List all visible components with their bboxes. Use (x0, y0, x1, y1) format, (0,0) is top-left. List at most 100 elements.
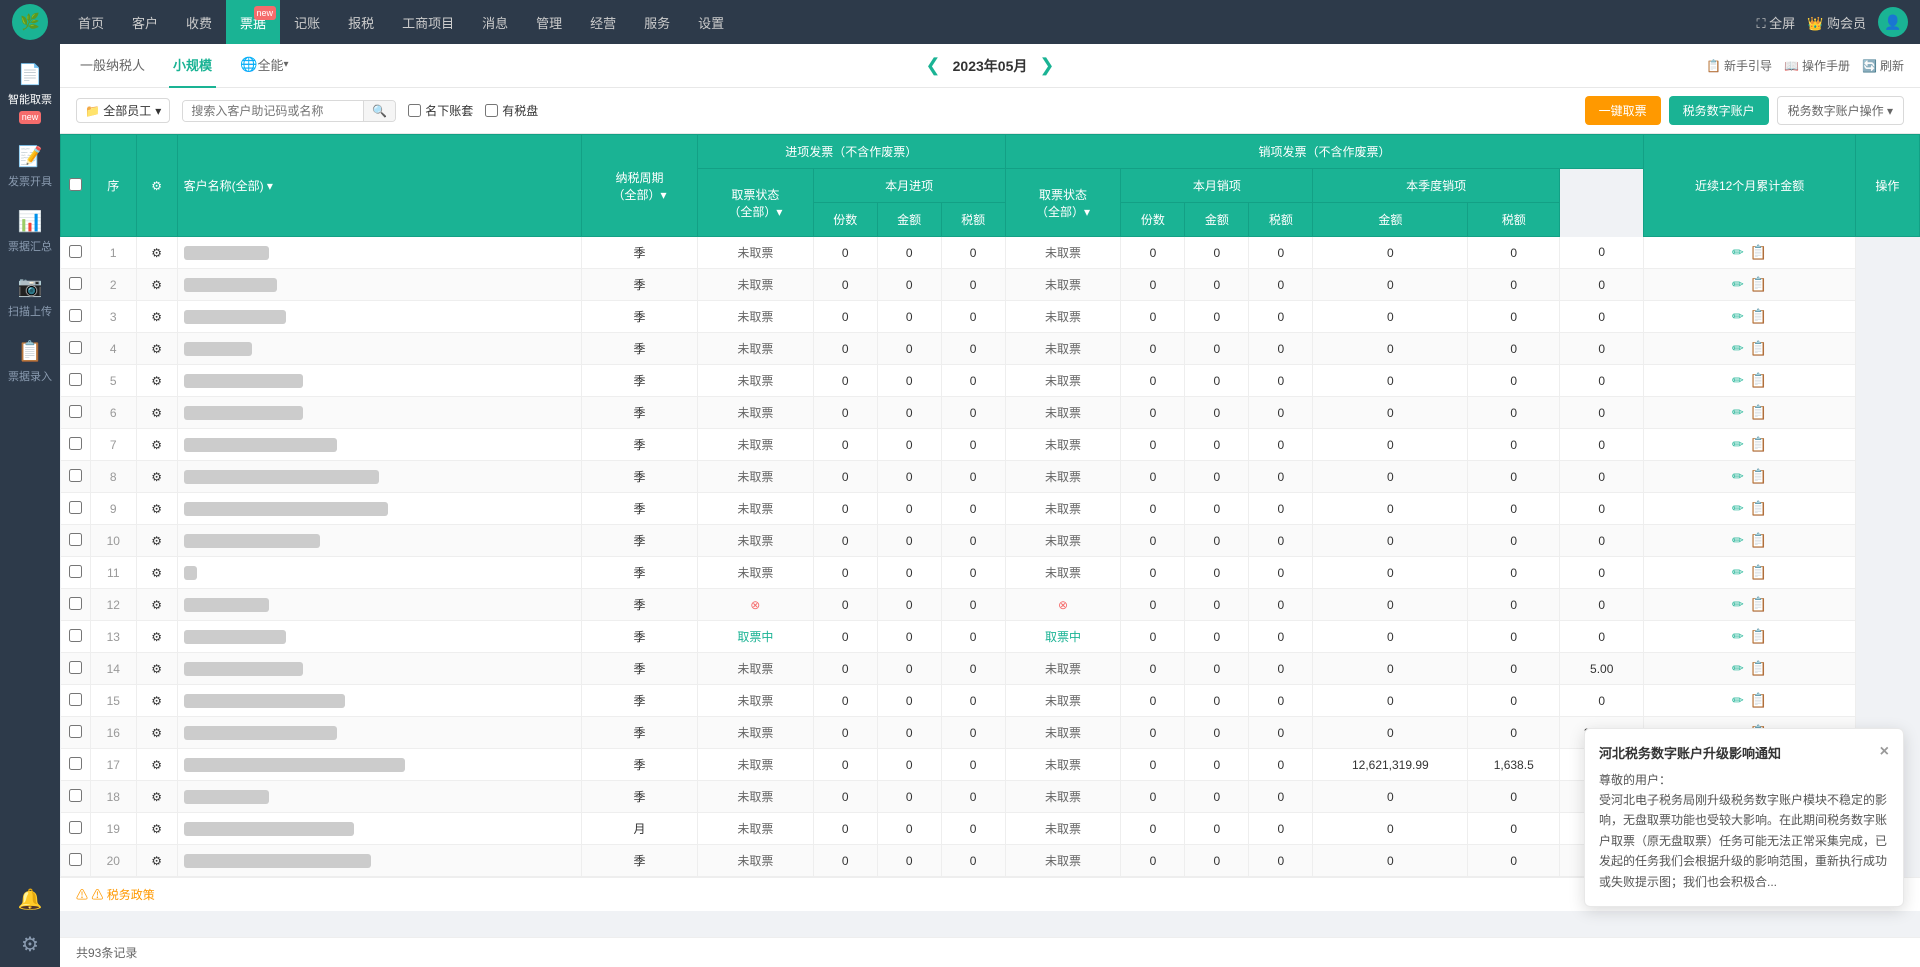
row-checkbox[interactable] (69, 469, 82, 482)
refresh-btn[interactable]: 🔄 刷新 (1862, 57, 1904, 74)
row-settings[interactable]: ⚙ (136, 589, 177, 621)
vip-btn[interactable]: 👑 购会员 (1807, 13, 1866, 32)
th-settings[interactable]: ⚙ (136, 135, 177, 237)
search-input[interactable] (183, 101, 363, 121)
edit-icon[interactable]: ✏ (1732, 596, 1744, 613)
nav-client[interactable]: 客户 (118, 0, 172, 44)
row-settings[interactable]: ⚙ (136, 845, 177, 877)
date-prev-btn[interactable]: ❮ (926, 55, 941, 76)
row-checkbox[interactable] (69, 245, 82, 258)
row-settings[interactable]: ⚙ (136, 237, 177, 269)
row-checkbox[interactable] (69, 597, 82, 610)
row-settings[interactable]: ⚙ (136, 621, 177, 653)
edit-icon[interactable]: ✏ (1732, 372, 1744, 389)
sidebar-smart-ticket[interactable]: 📄 智能取票 new (0, 52, 60, 134)
row-settings[interactable]: ⚙ (136, 269, 177, 301)
edit-icon[interactable]: ✏ (1732, 340, 1744, 357)
row-checkbox[interactable] (69, 373, 82, 386)
nav-manage[interactable]: 管理 (522, 0, 576, 44)
edit-icon[interactable]: ✏ (1732, 244, 1744, 261)
row-settings[interactable]: ⚙ (136, 653, 177, 685)
sidebar-notification[interactable]: 🔔 (18, 877, 43, 922)
row-settings[interactable]: ⚙ (136, 493, 177, 525)
row-settings[interactable]: ⚙ (136, 429, 177, 461)
nav-fee[interactable]: 收费 (172, 0, 226, 44)
copy-icon[interactable]: 📋 (1750, 372, 1767, 389)
edit-icon[interactable]: ✏ (1732, 500, 1744, 517)
row-checkbox[interactable] (69, 533, 82, 546)
copy-icon[interactable]: 📋 (1750, 244, 1767, 261)
edit-icon[interactable]: ✏ (1732, 564, 1744, 581)
row-checkbox[interactable] (69, 821, 82, 834)
row-settings[interactable]: ⚙ (136, 397, 177, 429)
row-checkbox[interactable] (69, 853, 82, 866)
edit-icon[interactable]: ✏ (1732, 628, 1744, 645)
row-settings[interactable]: ⚙ (136, 333, 177, 365)
digital-ops-btn[interactable]: 税务数字账户操作 ▾ (1777, 96, 1904, 125)
edit-icon[interactable]: ✏ (1732, 660, 1744, 677)
th-fetch-status-out[interactable]: 取票状态（全部）▾ (1005, 169, 1121, 237)
row-checkbox[interactable] (69, 405, 82, 418)
checkbox-account-input[interactable] (408, 104, 421, 117)
row-checkbox[interactable] (69, 501, 82, 514)
copy-icon[interactable]: 📋 (1750, 628, 1767, 645)
edit-icon[interactable]: ✏ (1732, 532, 1744, 549)
copy-icon[interactable]: 📋 (1750, 308, 1767, 325)
sidebar-scan[interactable]: 📷 扫描上传 (0, 264, 60, 329)
edit-icon[interactable]: ✏ (1732, 308, 1744, 325)
sidebar-summary[interactable]: 📊 票据汇总 (0, 199, 60, 264)
copy-icon[interactable]: 📋 (1750, 468, 1767, 485)
row-settings[interactable]: ⚙ (136, 461, 177, 493)
row-settings[interactable]: ⚙ (136, 717, 177, 749)
copy-icon[interactable]: 📋 (1750, 404, 1767, 421)
copy-icon[interactable]: 📋 (1750, 692, 1767, 709)
row-checkbox[interactable] (69, 309, 82, 322)
row-checkbox[interactable] (69, 629, 82, 642)
nav-business[interactable]: 工商项目 (388, 0, 468, 44)
edit-icon[interactable]: ✏ (1732, 692, 1744, 709)
edit-icon[interactable]: ✏ (1732, 468, 1744, 485)
copy-icon[interactable]: 📋 (1750, 500, 1767, 517)
sidebar-issue[interactable]: 📝 发票开具 (0, 134, 60, 199)
tab-all[interactable]: 🌐 全能 ▾ (236, 44, 292, 88)
manual-btn[interactable]: 📖 操作手册 (1784, 57, 1850, 74)
row-checkbox[interactable] (69, 757, 82, 770)
row-checkbox[interactable] (69, 437, 82, 450)
row-checkbox[interactable] (69, 341, 82, 354)
row-checkbox[interactable] (69, 725, 82, 738)
row-settings[interactable]: ⚙ (136, 749, 177, 781)
checkbox-taxpad[interactable]: 有税盘 (485, 102, 538, 119)
nav-operation[interactable]: 经营 (576, 0, 630, 44)
row-checkbox[interactable] (69, 277, 82, 290)
guide-btn[interactable]: 📋 新手引导 (1706, 57, 1772, 74)
copy-icon[interactable]: 📋 (1750, 532, 1767, 549)
edit-icon[interactable]: ✏ (1732, 276, 1744, 293)
row-settings[interactable]: ⚙ (136, 365, 177, 397)
nav-service[interactable]: 服务 (630, 0, 684, 44)
nav-setting[interactable]: 设置 (684, 0, 738, 44)
row-settings[interactable]: ⚙ (136, 525, 177, 557)
one-click-ticket-btn[interactable]: 一键取票 (1585, 96, 1661, 125)
notification-close-btn[interactable]: × (1880, 743, 1889, 762)
avatar[interactable]: 👤 (1878, 7, 1908, 37)
copy-icon[interactable]: 📋 (1750, 596, 1767, 613)
date-next-btn[interactable]: ❯ (1039, 55, 1054, 76)
copy-icon[interactable]: 📋 (1750, 340, 1767, 357)
nav-tax[interactable]: 报税 (334, 0, 388, 44)
row-settings[interactable]: ⚙ (136, 301, 177, 333)
row-checkbox[interactable] (69, 789, 82, 802)
th-tax-period[interactable]: 纳税周期（全部）▾ (582, 135, 698, 237)
row-settings[interactable]: ⚙ (136, 813, 177, 845)
checkbox-account[interactable]: 名下账套 (408, 102, 473, 119)
copy-icon[interactable]: 📋 (1750, 564, 1767, 581)
nav-message[interactable]: 消息 (468, 0, 522, 44)
copy-icon[interactable]: 📋 (1750, 276, 1767, 293)
app-logo[interactable]: 🌿 (12, 4, 48, 40)
row-checkbox[interactable] (69, 661, 82, 674)
sidebar-entry[interactable]: 📋 票据录入 (0, 329, 60, 394)
edit-icon[interactable]: ✏ (1732, 436, 1744, 453)
edit-icon[interactable]: ✏ (1732, 404, 1744, 421)
checkbox-taxpad-input[interactable] (485, 104, 498, 117)
select-all-checkbox[interactable] (69, 178, 82, 191)
row-settings[interactable]: ⚙ (136, 781, 177, 813)
